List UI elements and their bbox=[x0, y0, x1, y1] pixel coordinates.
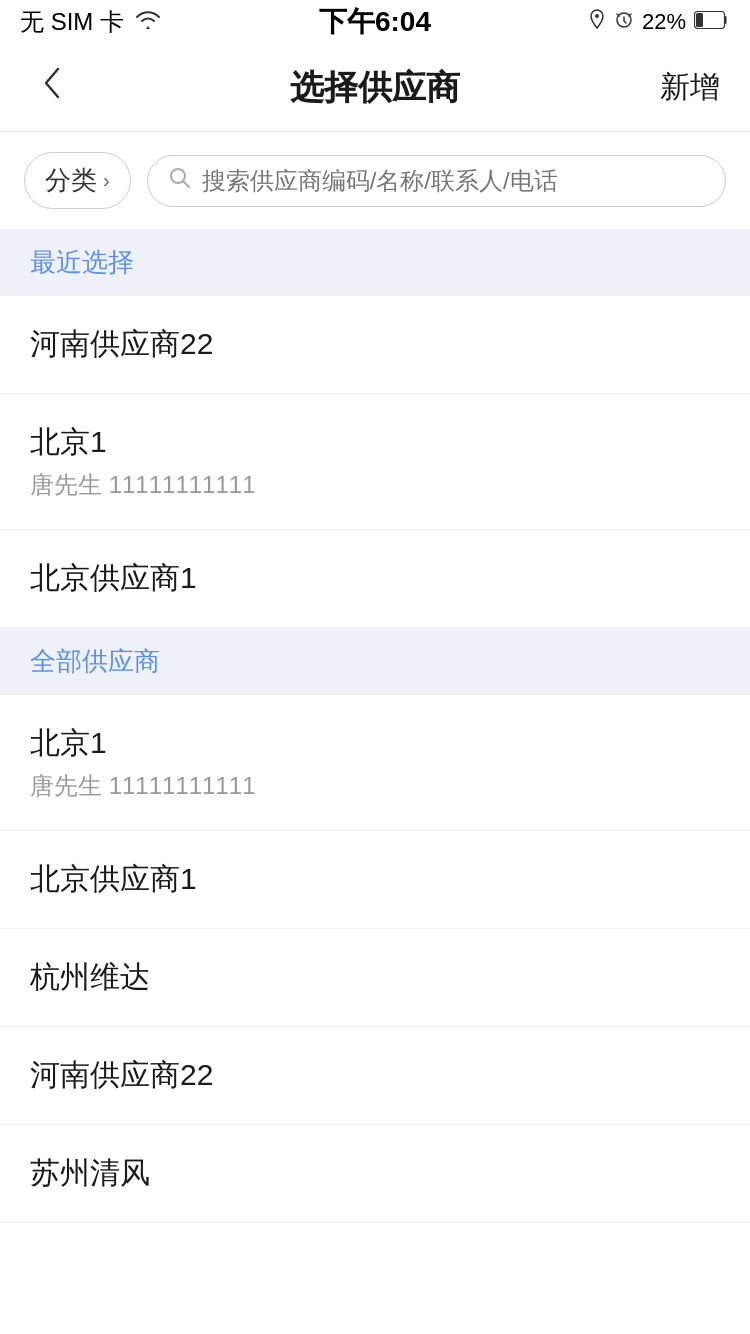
status-bar: 无 SIM 卡 下午6:04 22% bbox=[0, 0, 750, 44]
recent-items-list: 河南供应商22 北京1 唐先生 11111111111 北京供应商1 bbox=[0, 296, 750, 628]
list-item[interactable]: 北京1 唐先生 11111111111 bbox=[0, 394, 750, 530]
list-item[interactable]: 北京供应商1 bbox=[0, 831, 750, 929]
battery-text: 22% bbox=[642, 9, 686, 35]
recent-section-label: 最近选择 bbox=[30, 247, 134, 277]
svg-point-0 bbox=[595, 14, 599, 18]
list-item[interactable]: 北京供应商1 bbox=[0, 530, 750, 628]
add-button[interactable]: 新增 bbox=[660, 67, 720, 108]
item-name: 北京1 bbox=[30, 422, 720, 463]
list-item[interactable]: 北京1 唐先生 11111111111 bbox=[0, 695, 750, 831]
back-button[interactable] bbox=[30, 53, 74, 122]
sim-text: 无 SIM 卡 bbox=[20, 6, 124, 38]
category-button[interactable]: 分类 › bbox=[24, 152, 131, 209]
item-name: 河南供应商22 bbox=[30, 1055, 720, 1096]
list-item[interactable]: 河南供应商22 bbox=[0, 296, 750, 394]
page-title: 选择供应商 bbox=[290, 65, 460, 111]
status-time: 下午6:04 bbox=[319, 3, 431, 41]
all-section-header: 全部供应商 bbox=[0, 628, 750, 695]
category-label: 分类 bbox=[45, 163, 97, 198]
wifi-icon bbox=[134, 8, 162, 36]
item-sub: 唐先生 11111111111 bbox=[30, 469, 720, 501]
battery-icon bbox=[694, 9, 730, 35]
item-name: 北京1 bbox=[30, 723, 720, 764]
all-items-list: 北京1 唐先生 11111111111 北京供应商1 杭州维达 河南供应商22 … bbox=[0, 695, 750, 1223]
item-name: 苏州清风 bbox=[30, 1153, 720, 1194]
list-item[interactable]: 河南供应商22 bbox=[0, 1027, 750, 1125]
status-right: 22% bbox=[588, 9, 730, 35]
item-name: 北京供应商1 bbox=[30, 859, 720, 900]
filter-bar: 分类 › bbox=[0, 132, 750, 229]
status-left: 无 SIM 卡 bbox=[20, 6, 162, 38]
search-icon bbox=[168, 166, 192, 196]
item-name: 杭州维达 bbox=[30, 957, 720, 998]
alarm-icon bbox=[614, 9, 634, 35]
location-icon bbox=[588, 9, 606, 35]
list-item[interactable]: 苏州清风 bbox=[0, 1125, 750, 1223]
chevron-right-icon: › bbox=[103, 169, 110, 192]
item-name: 河南供应商22 bbox=[30, 324, 720, 365]
item-name: 北京供应商1 bbox=[30, 558, 720, 599]
item-sub: 唐先生 11111111111 bbox=[30, 770, 720, 802]
recent-section-header: 最近选择 bbox=[0, 229, 750, 296]
list-item[interactable]: 杭州维达 bbox=[0, 929, 750, 1027]
all-section-label: 全部供应商 bbox=[30, 646, 160, 676]
search-input[interactable] bbox=[202, 167, 705, 195]
nav-bar: 选择供应商 新增 bbox=[0, 44, 750, 132]
svg-rect-3 bbox=[696, 13, 703, 27]
search-box bbox=[147, 155, 726, 207]
